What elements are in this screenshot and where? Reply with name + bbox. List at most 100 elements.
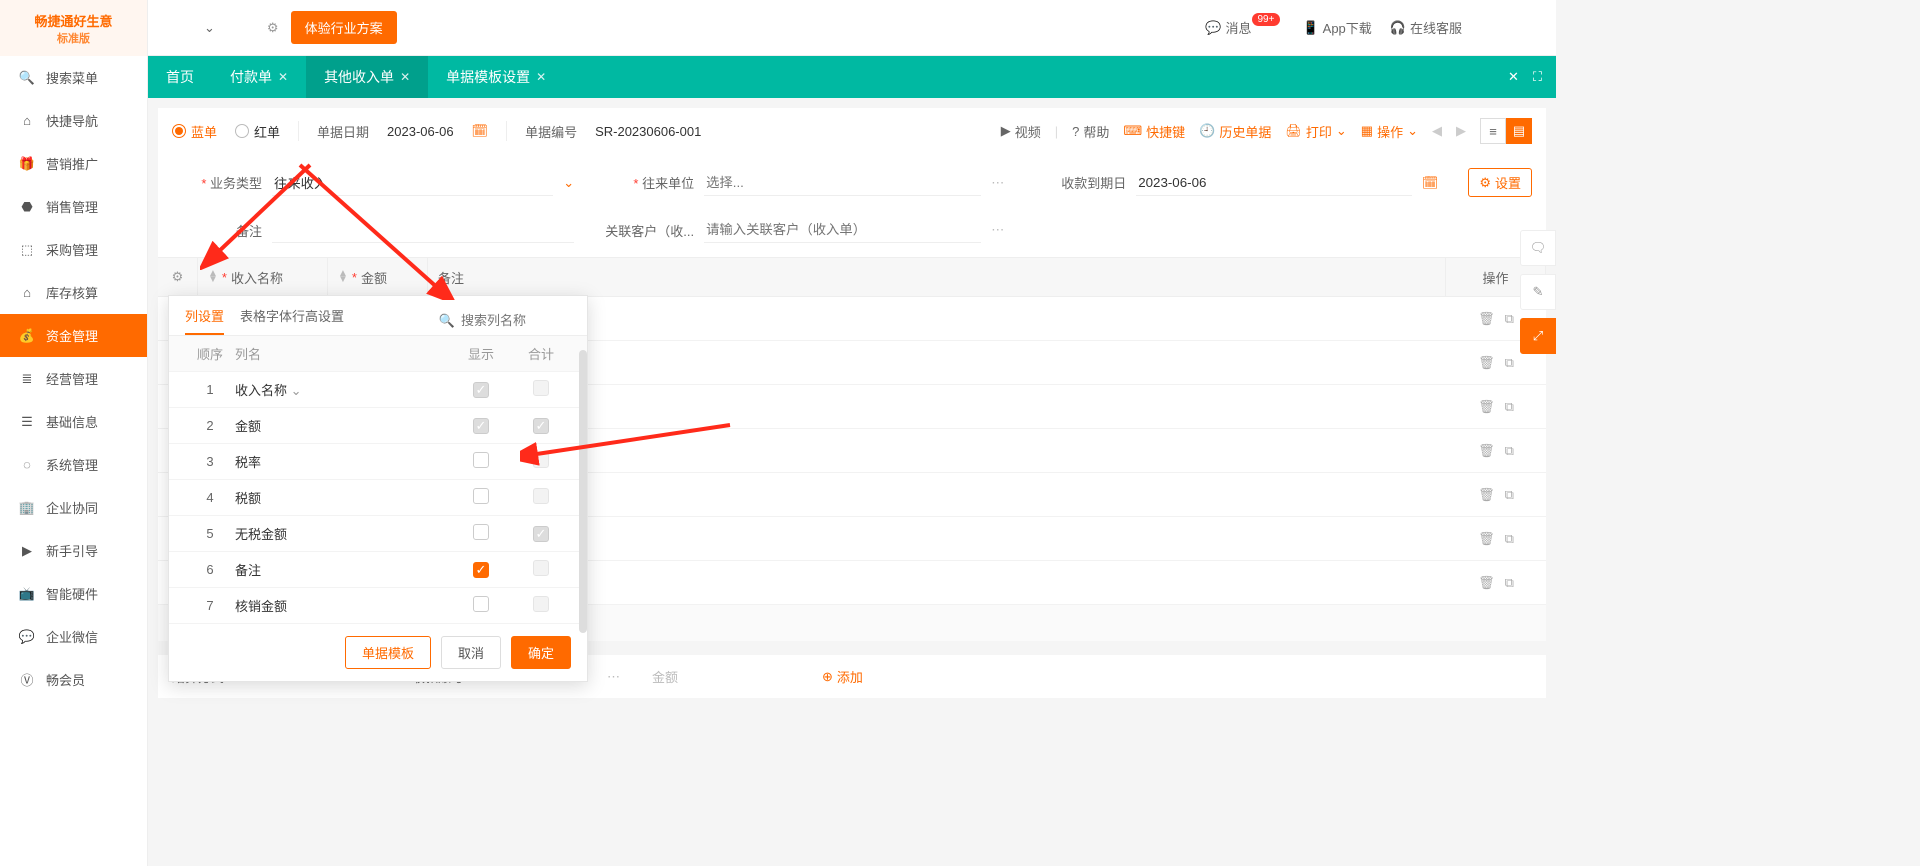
radio-blue[interactable]: 蓝单 — [172, 122, 217, 141]
shortcut-button[interactable]: ⌨快捷键 — [1123, 122, 1185, 141]
delete-icon[interactable]: 🗑 — [1478, 531, 1495, 547]
ok-button[interactable]: 确定 — [511, 636, 571, 669]
prev-button[interactable]: ◀ — [1432, 123, 1442, 139]
th-amount[interactable]: ▲▼*金额 — [328, 258, 428, 296]
page-tab[interactable]: 其他收入单✕ — [306, 56, 428, 98]
scrollbar[interactable] — [579, 350, 587, 633]
relcust-input[interactable] — [704, 217, 981, 243]
colpop-search-input[interactable] — [461, 313, 571, 328]
delete-icon[interactable]: 🗑 — [1478, 355, 1495, 371]
view-list[interactable]: ≡ — [1480, 118, 1506, 144]
delete-icon[interactable]: 🗑 — [1478, 443, 1495, 459]
nav-icon: ◌ — [18, 457, 36, 472]
help-button[interactable]: ?帮助 — [1072, 122, 1109, 141]
colpop-tab-columns[interactable]: 列设置 — [185, 306, 224, 335]
org-selector[interactable]: ⌄ — [164, 20, 255, 36]
copy-icon[interactable]: ⧉ — [1505, 487, 1514, 503]
delete-icon[interactable]: 🗑 — [1478, 399, 1495, 415]
float-edit-icon[interactable]: ✎ — [1520, 274, 1556, 310]
checkbox[interactable] — [473, 596, 489, 612]
biztype-input[interactable] — [272, 170, 553, 196]
sidebar-item[interactable]: ⌂快捷导航 — [0, 99, 147, 142]
more-icon[interactable]: ⋯ — [991, 222, 1006, 238]
checkbox[interactable] — [473, 524, 489, 540]
page-tab[interactable]: 付款单✕ — [212, 56, 306, 98]
sidebar-item[interactable]: Ⓥ畅会员 — [0, 658, 147, 701]
history-icon: 🕘 — [1199, 123, 1215, 139]
radio-red[interactable]: 红单 — [235, 122, 280, 141]
nav-label: 系统管理 — [46, 455, 98, 474]
industry-plan-button[interactable]: 体验行业方案 — [291, 11, 397, 44]
sidebar-item[interactable]: 🏢企业协同 — [0, 486, 147, 529]
online-service-button[interactable]: 🎧 在线客服 — [1390, 18, 1462, 37]
checkbox[interactable]: ✓ — [473, 382, 489, 398]
history-button[interactable]: 🕘历史单据 — [1199, 122, 1271, 141]
copy-icon[interactable]: ⧉ — [1505, 399, 1514, 415]
float-note-icon[interactable]: 🗨 — [1520, 230, 1556, 266]
sidebar-item[interactable]: 📺智能硬件 — [0, 572, 147, 615]
next-button[interactable]: ▶ — [1456, 123, 1466, 139]
add-button[interactable]: ⊕添加 — [822, 667, 863, 686]
copy-icon[interactable]: ⧉ — [1505, 443, 1514, 459]
checkbox[interactable] — [473, 488, 489, 504]
checkbox[interactable]: ✓ — [533, 418, 549, 434]
print-button[interactable]: 🖨打印 ⌄ — [1285, 122, 1346, 141]
sidebar-item[interactable]: 🔍搜索菜单 — [0, 56, 147, 99]
tab-expand-icon[interactable]: ⛶ — [1533, 69, 1542, 85]
nav-label: 新手引导 — [46, 541, 98, 560]
checkbox[interactable]: ✓ — [533, 526, 549, 542]
copy-icon[interactable]: ⧉ — [1505, 531, 1514, 547]
checkbox[interactable]: ✓ — [473, 418, 489, 434]
sidebar-item[interactable]: ▶新手引导 — [0, 529, 147, 572]
calendar-icon[interactable]: 🗓 — [472, 123, 489, 139]
gear-icon[interactable]: ⚙ — [267, 20, 279, 36]
delete-icon[interactable]: 🗑 — [1478, 575, 1495, 591]
close-icon[interactable]: ✕ — [278, 70, 288, 84]
float-expand-icon[interactable]: ⤢ — [1520, 318, 1556, 354]
sidebar-item[interactable]: ⬚采购管理 — [0, 228, 147, 271]
colpop-tab-font[interactable]: 表格字体行高设置 — [240, 306, 344, 335]
chevron-down-icon[interactable]: ⌄ — [563, 175, 574, 191]
more-icon[interactable]: ⋯ — [607, 669, 622, 685]
page-tab[interactable]: 首页 — [148, 56, 212, 98]
settings-button[interactable]: ⚙设置 — [1468, 168, 1532, 197]
page-header: 蓝单 红单 单据日期 2023-06-06 🗓 单据编号 SR-20230606… — [158, 108, 1546, 154]
copy-icon[interactable]: ⧉ — [1505, 311, 1514, 327]
sidebar-item[interactable]: ⬣销售管理 — [0, 185, 147, 228]
checkbox[interactable] — [473, 452, 489, 468]
remark-input[interactable] — [272, 217, 574, 243]
sidebar-item[interactable]: 💰资金管理 — [0, 314, 147, 357]
ops-button[interactable]: ▦操作 ⌄ — [1361, 122, 1418, 141]
delete-icon[interactable]: 🗑 — [1478, 311, 1495, 327]
app-download-button[interactable]: 📱 App下载 — [1302, 18, 1371, 37]
doc-date-value[interactable]: 2023-06-06 — [387, 124, 454, 139]
sidebar-item[interactable]: ☰基础信息 — [0, 400, 147, 443]
template-button[interactable]: 单据模板 — [345, 636, 431, 669]
delete-icon[interactable]: 🗑 — [1478, 487, 1495, 503]
close-icon[interactable]: ✕ — [536, 70, 546, 84]
checkbox-disabled — [533, 596, 549, 612]
column-settings-button[interactable]: ⚙ — [158, 258, 198, 296]
more-icon[interactable]: ⋯ — [991, 175, 1006, 191]
duedate-input[interactable] — [1136, 170, 1412, 196]
copy-icon[interactable]: ⧉ — [1505, 355, 1514, 371]
messages-button[interactable]: 💬 消息 99+ — [1205, 18, 1284, 37]
calendar-icon[interactable]: 🗓 — [1422, 175, 1439, 191]
tab-close-icon[interactable]: ✕ — [1508, 69, 1519, 85]
sidebar-item[interactable]: ◌ 系统管理 — [0, 443, 147, 486]
video-button[interactable]: ▶视频 — [1001, 122, 1041, 141]
sidebar-item[interactable]: 🎁营销推广 — [0, 142, 147, 185]
nav-icon: 💰 — [18, 328, 36, 344]
copy-icon[interactable]: ⧉ — [1505, 575, 1514, 591]
sidebar-item[interactable]: ≣经营管理 — [0, 357, 147, 400]
cust-input[interactable] — [704, 170, 981, 196]
sidebar-item[interactable]: 💬企业微信 — [0, 615, 147, 658]
close-icon[interactable]: ✕ — [400, 70, 410, 84]
cancel-button[interactable]: 取消 — [441, 636, 501, 669]
page-tab[interactable]: 单据模板设置✕ — [428, 56, 564, 98]
sidebar-item[interactable]: ⌂库存核算 — [0, 271, 147, 314]
view-card[interactable]: ▤ — [1506, 118, 1532, 144]
checkbox-disabled — [533, 380, 549, 396]
th-name[interactable]: ▲▼*收入名称 — [198, 258, 328, 296]
checkbox[interactable]: ✓ — [473, 562, 489, 578]
